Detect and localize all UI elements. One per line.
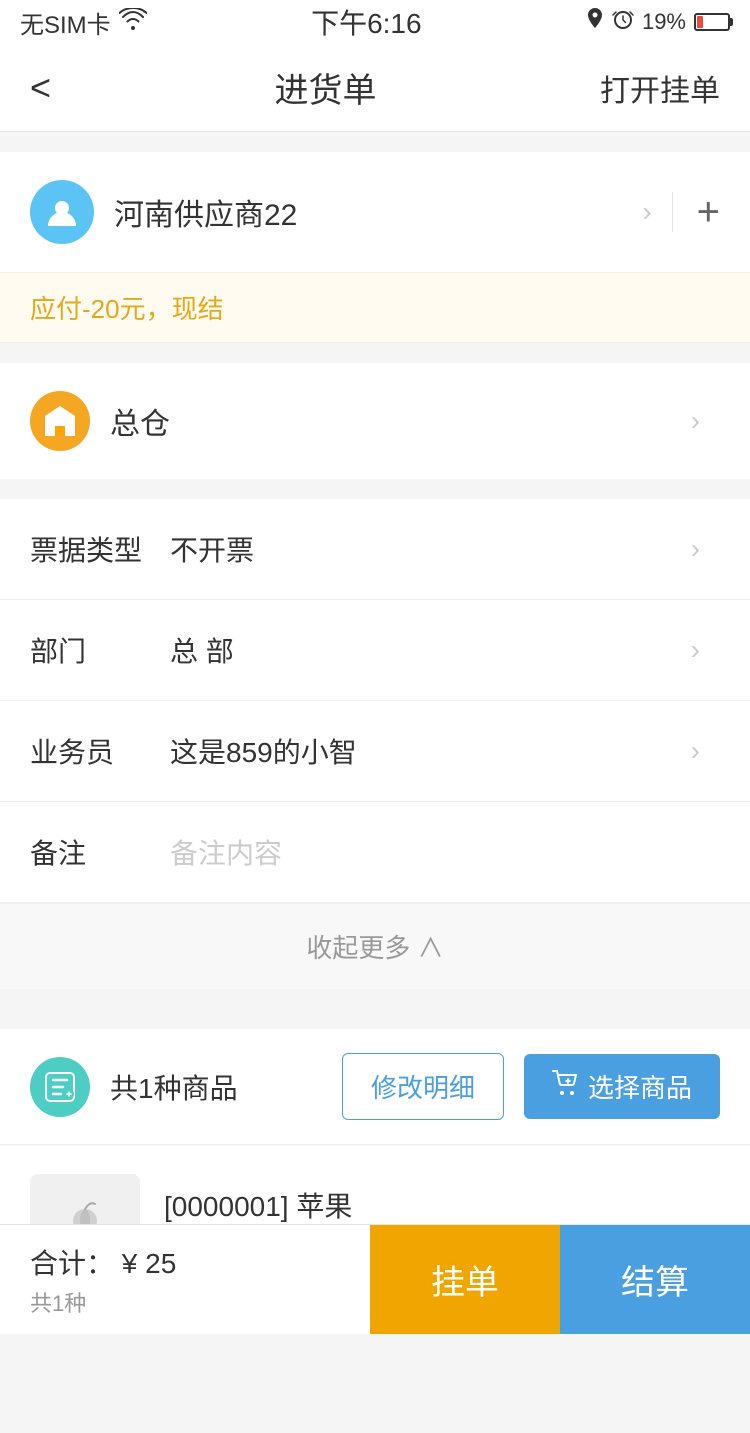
location-icon bbox=[586, 8, 604, 36]
bottom-bar: 合计： ¥ 25 共1种 挂单 结算 bbox=[0, 1224, 750, 1334]
invoice-chevron-icon: › bbox=[691, 533, 700, 565]
select-product-label: 选择商品 bbox=[588, 1068, 692, 1105]
product-code: [0000001] bbox=[164, 1191, 296, 1222]
invoice-type-label: 票据类型 bbox=[30, 529, 170, 569]
section-gap-1 bbox=[0, 132, 750, 152]
carrier-label: 无SIM卡 bbox=[20, 5, 111, 40]
salesperson-chevron-icon: › bbox=[691, 735, 700, 767]
salesperson-row[interactable]: 业务员 这是859的小智 › bbox=[0, 701, 750, 802]
remark-input[interactable]: 备注内容 bbox=[170, 832, 720, 872]
salesperson-label: 业务员 bbox=[30, 731, 170, 771]
status-bar: 无SIM卡 下午6:16 19% bbox=[0, 0, 750, 44]
supplier-section: 河南供应商22 › + 应付-20元，现结 bbox=[0, 152, 750, 343]
wifi-icon bbox=[119, 8, 147, 37]
status-right: 19% bbox=[586, 8, 730, 36]
department-value: 总 部 bbox=[170, 630, 691, 670]
product-title: 苹果 bbox=[296, 1191, 352, 1222]
products-header: 共1种商品 修改明细 选择商品 bbox=[0, 1029, 750, 1145]
battery-icon bbox=[694, 13, 730, 31]
invoice-type-value: 不开票 bbox=[170, 529, 691, 569]
department-label: 部门 bbox=[30, 630, 170, 670]
section-gap-2 bbox=[0, 343, 750, 363]
products-icon bbox=[30, 1057, 90, 1117]
supplier-name: 河南供应商22 bbox=[114, 190, 642, 234]
open-pending-button[interactable]: 打开挂单 bbox=[600, 66, 720, 110]
alarm-icon bbox=[612, 8, 634, 36]
form-section: 票据类型 不开票 › 部门 总 部 › 业务员 这是859的小智 › 备注 备注… bbox=[0, 499, 750, 903]
warehouse-section: 总仓 › bbox=[0, 363, 750, 479]
department-row[interactable]: 部门 总 部 › bbox=[0, 600, 750, 701]
total-label: 合计： bbox=[30, 1248, 114, 1279]
department-chevron-icon: › bbox=[691, 634, 700, 666]
add-supplier-button[interactable]: + bbox=[697, 190, 720, 235]
section-gap-4 bbox=[0, 989, 750, 1009]
notice-bar: 应付-20元，现结 bbox=[0, 273, 750, 343]
total-row: 合计： ¥ 25 bbox=[30, 1242, 340, 1282]
status-left: 无SIM卡 bbox=[20, 5, 147, 40]
page-title: 进货单 bbox=[275, 63, 377, 112]
collapse-bar[interactable]: 收起更多 ∧ bbox=[0, 903, 750, 989]
warehouse-icon bbox=[30, 391, 90, 451]
section-gap-3 bbox=[0, 479, 750, 499]
remark-row[interactable]: 备注 备注内容 bbox=[0, 802, 750, 903]
salesperson-value: 这是859的小智 bbox=[170, 731, 691, 771]
hang-button[interactable]: 挂单 bbox=[370, 1225, 560, 1334]
remark-label: 备注 bbox=[30, 832, 170, 872]
total-sub: 共1种 bbox=[30, 1286, 340, 1318]
supplier-row[interactable]: 河南供应商22 › + bbox=[0, 152, 750, 273]
back-button[interactable]: < bbox=[30, 67, 51, 109]
status-time: 下午6:16 bbox=[311, 2, 422, 42]
total-amount: ¥ 25 bbox=[122, 1248, 177, 1279]
total-info: 合计： ¥ 25 共1种 bbox=[0, 1225, 370, 1334]
battery-percent: 19% bbox=[642, 9, 686, 35]
product-name: [0000001] 苹果 bbox=[164, 1185, 671, 1225]
checkout-button[interactable]: 结算 bbox=[560, 1225, 750, 1334]
warehouse-chevron-icon: › bbox=[691, 405, 700, 437]
cart-icon bbox=[552, 1070, 580, 1103]
nav-bar: < 进货单 打开挂单 bbox=[0, 44, 750, 132]
modify-detail-button[interactable]: 修改明细 bbox=[342, 1053, 504, 1120]
supplier-chevron-icon: › bbox=[642, 196, 651, 228]
product-count-text: 共1种商品 bbox=[110, 1067, 322, 1107]
warehouse-name: 总仓 bbox=[110, 399, 691, 443]
invoice-type-row[interactable]: 票据类型 不开票 › bbox=[0, 499, 750, 600]
select-product-button[interactable]: 选择商品 bbox=[524, 1054, 720, 1119]
supplier-avatar bbox=[30, 180, 94, 244]
warehouse-row[interactable]: 总仓 › bbox=[0, 363, 750, 479]
vertical-divider bbox=[672, 192, 673, 232]
